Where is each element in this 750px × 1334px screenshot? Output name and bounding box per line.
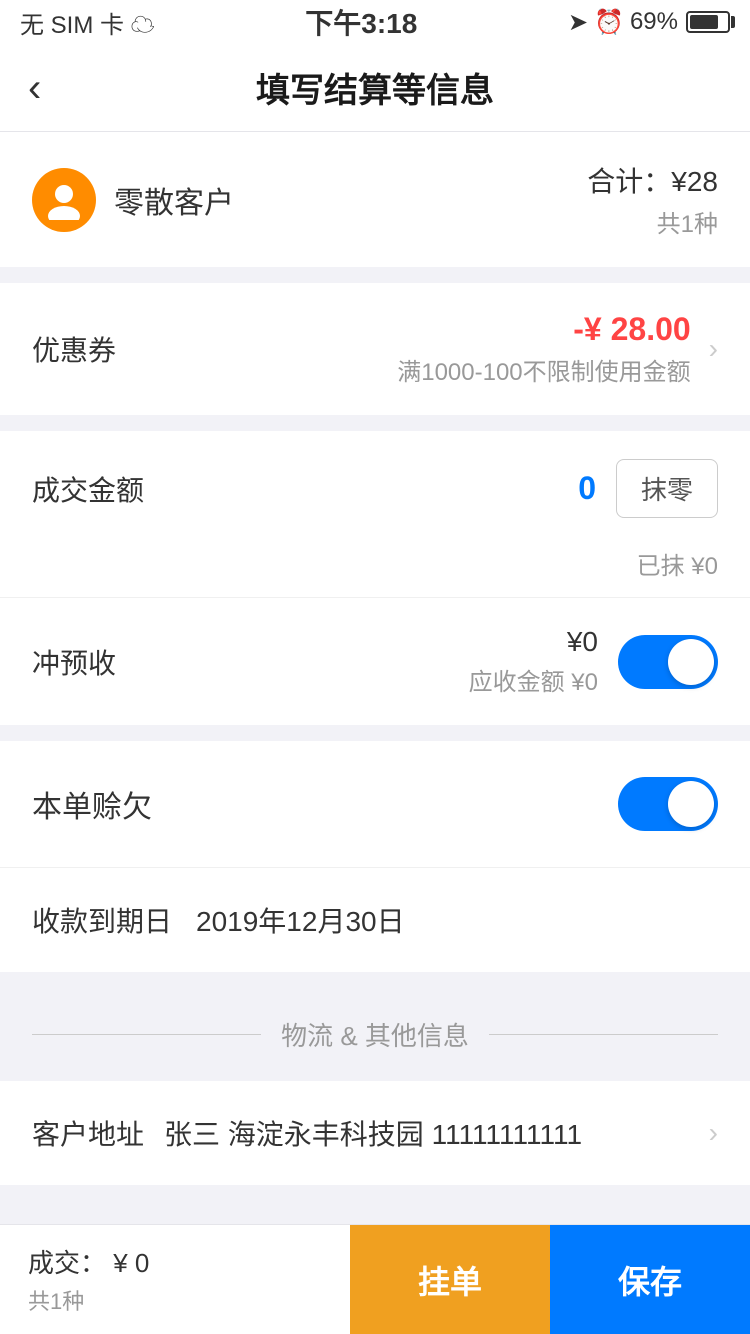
status-right: ➤ ⏰ 69% [568,8,730,37]
prepay-sub: 应收金额 ¥0 [469,662,598,697]
save-button[interactable]: 保存 [550,1225,750,1334]
battery-percent: 69% [630,8,678,36]
divider-right [489,1034,718,1035]
coupon-row[interactable]: 优惠券 -¥ 28.00 满1000-100不限制使用金额 › [0,283,750,415]
status-left: 无 SIM 卡 ☁ [20,5,155,40]
customer-avatar [32,168,96,232]
chevron-right-icon: › [709,333,718,365]
coupon-section: 优惠券 -¥ 28.00 满1000-100不限制使用金额 › [0,283,750,415]
prepay-label: 冲预收 [32,642,116,682]
due-date-label: 收款到期日 [32,900,172,940]
address-chevron-icon: › [709,1117,718,1149]
address-label: 客户地址 [32,1113,144,1153]
coupon-right: -¥ 28.00 满1000-100不限制使用金额 › [397,311,718,387]
transaction-bottom-value: ¥ 0 [113,1248,149,1278]
address-row[interactable]: 客户地址 张三 海淀永丰科技园 11111111111 › [0,1081,750,1185]
prepay-info: ¥0 应收金额 ¥0 [469,626,598,697]
transaction-label: 成交金额 [32,469,144,509]
battery-icon [686,11,730,33]
alarm-icon: ⏰ [594,8,624,37]
toggle-knob [668,639,714,685]
prepay-amount: ¥0 [469,626,598,658]
transaction-prefix: 成交： [28,1248,106,1278]
logistics-header: 物流 & 其他信息 [0,988,750,1081]
total-count: 共1种 [587,204,718,239]
content: 零散客户 合计：¥28 共1种 优惠券 -¥ 28.00 满1000-100不限… [0,132,750,1321]
debt-row: 本单赊欠 [0,741,750,867]
debt-label: 本单赊欠 [32,782,152,826]
debt-toggle[interactable] [618,777,718,831]
address-section: 客户地址 张三 海淀永丰科技园 11111111111 › [0,1081,750,1185]
transaction-section: 成交金额 0 抹零 已抹 ¥0 冲预收 ¥0 应收金额 ¥0 [0,431,750,725]
total-amount: 合计：¥28 [587,160,718,200]
status-bar: 无 SIM 卡 ☁ 下午3:18 ➤ ⏰ 69% [0,0,750,44]
round-sub-label: 已抹 ¥0 [637,553,718,580]
bottom-bar: 成交： ¥ 0 共1种 挂单 保存 [0,1224,750,1334]
customer-total: 合计：¥28 共1种 [587,160,718,239]
bottom-transaction: 成交： ¥ 0 [28,1243,322,1280]
customer-info: 零散客户 [32,168,234,232]
coupon-label: 优惠券 [32,329,116,369]
bottom-count: 共1种 [28,1284,322,1316]
customer-name: 零散客户 [114,178,234,222]
nav-bar: ‹ 填写结算等信息 [0,44,750,132]
transaction-row: 成交金额 0 抹零 [0,431,750,546]
hold-button[interactable]: 挂单 [350,1225,550,1334]
debt-toggle-knob [668,781,714,827]
prepay-row: 冲预收 ¥0 应收金额 ¥0 [0,597,750,725]
debt-section: 本单赊欠 收款到期日 2019年12月30日 [0,741,750,972]
logistics-title: 物流 & 其他信息 [281,1016,469,1053]
round-zero-button[interactable]: 抹零 [616,459,718,518]
status-time: 下午3:18 [305,2,417,42]
due-date-value: 2019年12月30日 [196,900,405,940]
location-icon: ➤ [568,8,588,37]
coupon-detail: -¥ 28.00 满1000-100不限制使用金额 [397,311,690,387]
prepay-toggle[interactable] [618,635,718,689]
coupon-amount: -¥ 28.00 [397,311,690,348]
transaction-right: 0 抹零 [578,459,718,518]
sim-status: 无 SIM 卡 ☁ [20,5,155,40]
avatar-icon [44,180,84,220]
address-value: 张三 海淀永丰科技园 11111111111 [164,1113,703,1153]
divider-left [32,1034,261,1035]
page-title: 填写结算等信息 [256,63,494,112]
transaction-value: 0 [578,470,596,507]
back-button[interactable]: ‹ [28,68,41,108]
bottom-info: 成交： ¥ 0 共1种 [0,1225,350,1334]
coupon-desc: 满1000-100不限制使用金额 [397,352,690,387]
customer-row: 零散客户 合计：¥28 共1种 [0,132,750,267]
due-date-row: 收款到期日 2019年12月30日 [0,867,750,972]
